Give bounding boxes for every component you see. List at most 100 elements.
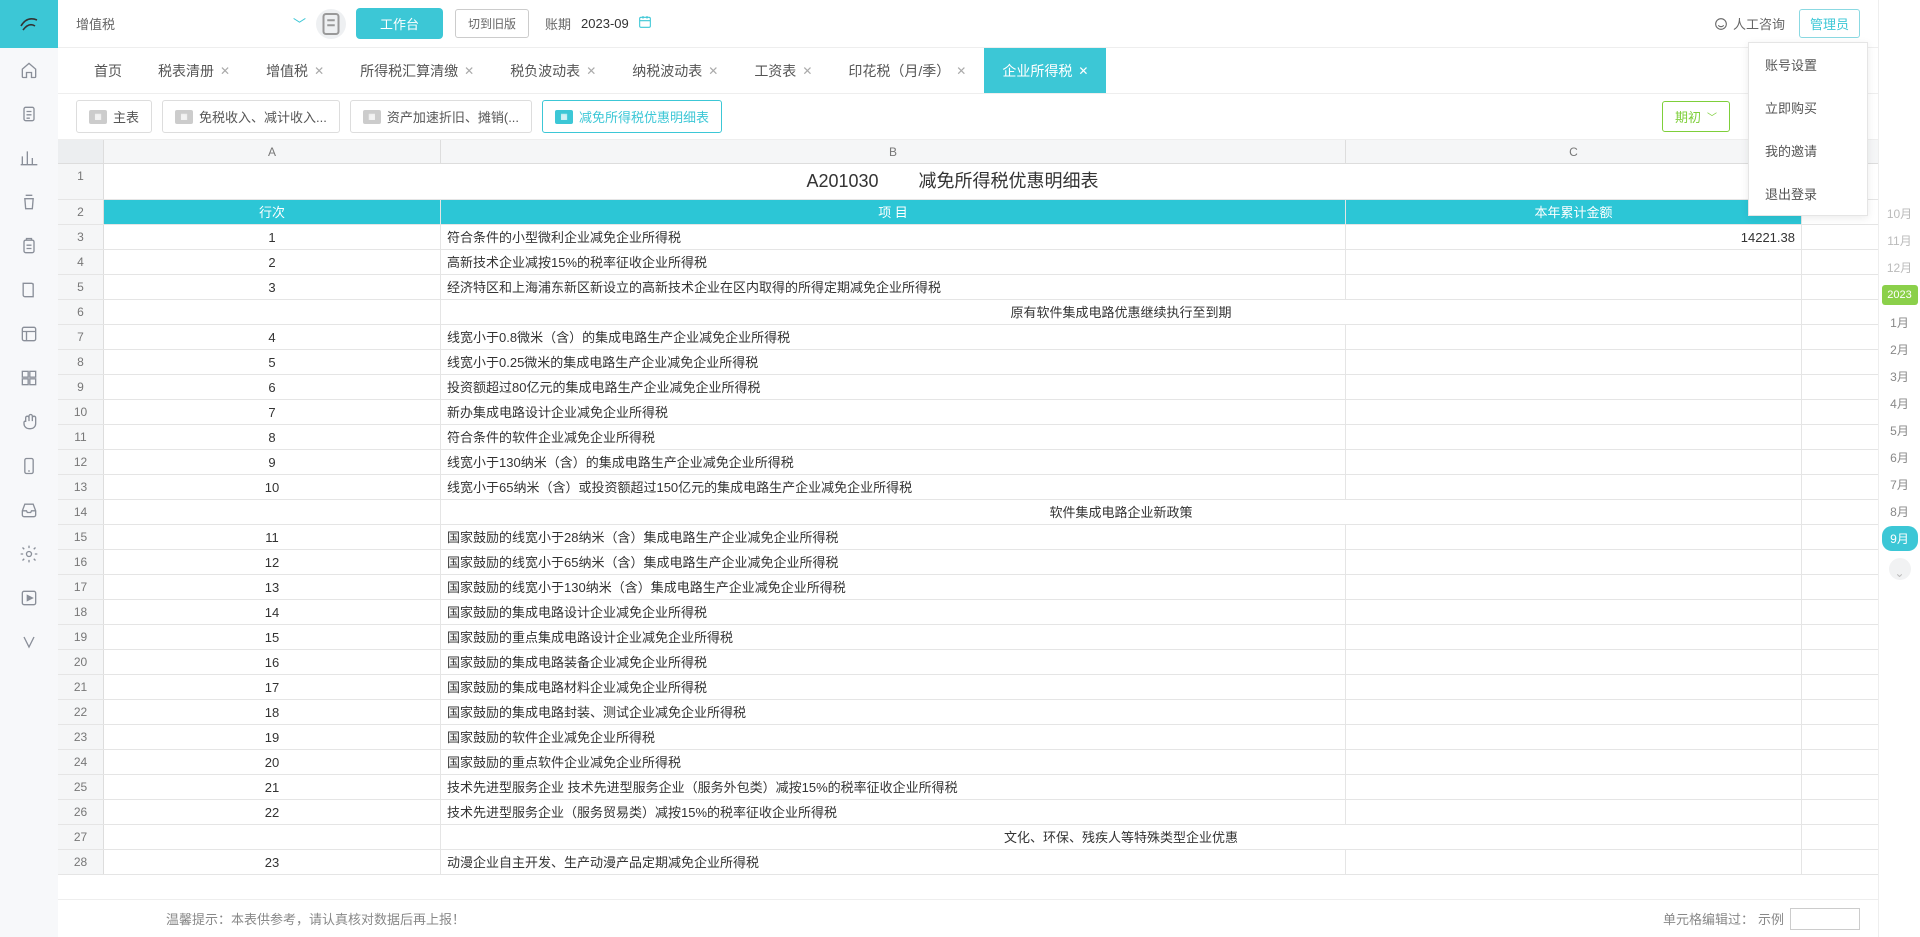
cell[interactable] <box>104 825 441 849</box>
cell[interactable]: 12 <box>104 550 441 574</box>
document-tab[interactable]: 企业所得税✕ <box>984 48 1106 93</box>
cell[interactable]: 新办集成电路设计企业减免企业所得税 <box>441 400 1346 424</box>
close-icon[interactable]: ✕ <box>314 64 324 78</box>
row-header[interactable]: 7 <box>58 325 104 349</box>
cell[interactable] <box>1346 450 1802 474</box>
cell[interactable]: 2 <box>104 250 441 274</box>
month-item[interactable]: 11月 <box>1882 228 1918 253</box>
rail-v-icon[interactable] <box>0 620 58 664</box>
cell[interactable]: 线宽小于130纳米（含）的集成电路生产企业减免企业所得税 <box>441 450 1346 474</box>
cell[interactable]: 国家鼓励的线宽小于65纳米（含）集成电路生产企业减免企业所得税 <box>441 550 1346 574</box>
sheet-tab[interactable]: ▦减免所得税优惠明细表 <box>542 100 722 133</box>
cell[interactable] <box>1346 700 1802 724</box>
cell[interactable] <box>1346 725 1802 749</box>
cell[interactable]: 技术先进型服务企业 技术先进型服务企业（服务外包类）减按15%的税率征收企业所得… <box>441 775 1346 799</box>
row-header[interactable]: 1 <box>58 164 104 199</box>
cell[interactable]: 1 <box>104 225 441 249</box>
row-header[interactable]: 6 <box>58 300 104 324</box>
document-tab[interactable]: 工资表✕ <box>736 48 830 93</box>
cell[interactable]: 18 <box>104 700 441 724</box>
cell[interactable] <box>1346 750 1802 774</box>
close-icon[interactable]: ✕ <box>802 64 812 78</box>
admin-menu-item[interactable]: 退出登录 <box>1749 172 1867 215</box>
row-header[interactable]: 28 <box>58 850 104 874</box>
cell[interactable]: 11 <box>104 525 441 549</box>
row-header[interactable]: 23 <box>58 725 104 749</box>
sheet-tab[interactable]: ▦资产加速折旧、摊销(... <box>350 100 532 133</box>
cell[interactable]: 14 <box>104 600 441 624</box>
document-tab[interactable]: 印花税（月/季）✕ <box>830 48 984 93</box>
row-header[interactable]: 13 <box>58 475 104 499</box>
cell[interactable]: 国家鼓励的集成电路装备企业减免企业所得税 <box>441 650 1346 674</box>
cell[interactable]: 3 <box>104 275 441 299</box>
cell[interactable]: 国家鼓励的线宽小于28纳米（含）集成电路生产企业减免企业所得税 <box>441 525 1346 549</box>
rail-jar-icon[interactable] <box>0 180 58 224</box>
year-badge[interactable]: 2023 <box>1882 285 1918 305</box>
cell[interactable] <box>1346 525 1802 549</box>
close-icon[interactable]: ✕ <box>708 64 718 78</box>
rail-hand-icon[interactable] <box>0 400 58 444</box>
cell[interactable] <box>1346 575 1802 599</box>
admin-button[interactable]: 管理员 <box>1799 9 1860 38</box>
cell[interactable]: 6 <box>104 375 441 399</box>
rail-phone-icon[interactable] <box>0 444 58 488</box>
close-icon[interactable]: ✕ <box>1078 64 1088 78</box>
month-scroll-down-icon[interactable]: ⌄ <box>1889 558 1911 580</box>
cell[interactable] <box>1346 775 1802 799</box>
row-header[interactable]: 5 <box>58 275 104 299</box>
cell[interactable]: 投资额超过80亿元的集成电路生产企业减免企业所得税 <box>441 375 1346 399</box>
cell[interactable]: 23 <box>104 850 441 874</box>
cell[interactable] <box>1346 375 1802 399</box>
cell[interactable] <box>104 300 441 324</box>
column-header[interactable]: A <box>104 140 441 163</box>
month-item[interactable]: 10月 <box>1882 201 1918 226</box>
cell[interactable] <box>1346 800 1802 824</box>
period-start-pill[interactable]: 期初 ﹀ <box>1662 101 1730 132</box>
app-logo[interactable] <box>0 0 58 48</box>
row-header[interactable]: 15 <box>58 525 104 549</box>
cell[interactable]: 符合条件的小型微利企业减免企业所得税 <box>441 225 1346 249</box>
cell[interactable] <box>1346 550 1802 574</box>
document-tab[interactable]: 首页 <box>76 48 140 93</box>
row-header[interactable]: 17 <box>58 575 104 599</box>
cell[interactable]: 国家鼓励的软件企业减免企业所得税 <box>441 725 1346 749</box>
cell[interactable]: 符合条件的软件企业减免企业所得税 <box>441 425 1346 449</box>
row-header[interactable]: 26 <box>58 800 104 824</box>
rail-play-icon[interactable] <box>0 576 58 620</box>
cell[interactable] <box>104 500 441 524</box>
cell[interactable] <box>1346 475 1802 499</box>
cell[interactable]: 高新技术企业减按15%的税率征收企业所得税 <box>441 250 1346 274</box>
tax-type-selector[interactable]: 增值税 ﹀ <box>76 14 306 33</box>
row-header[interactable]: 4 <box>58 250 104 274</box>
row-header[interactable]: 9 <box>58 375 104 399</box>
row-header[interactable]: 2 <box>58 200 104 224</box>
cell[interactable] <box>1346 275 1802 299</box>
cell[interactable]: 15 <box>104 625 441 649</box>
cell[interactable]: 动漫企业自主开发、生产动漫产品定期减免企业所得税 <box>441 850 1346 874</box>
cell[interactable]: 国家鼓励的集成电路材料企业减免企业所得税 <box>441 675 1346 699</box>
cell[interactable]: 国家鼓励的重点软件企业减免企业所得税 <box>441 750 1346 774</box>
row-header[interactable]: 14 <box>58 500 104 524</box>
row-header[interactable]: 8 <box>58 350 104 374</box>
row-header[interactable]: 16 <box>58 550 104 574</box>
cell[interactable]: 原有软件集成电路优惠继续执行至到期 <box>441 300 1802 324</box>
cell[interactable] <box>1346 250 1802 274</box>
cell[interactable]: 10 <box>104 475 441 499</box>
cell[interactable]: 13 <box>104 575 441 599</box>
cell[interactable]: 经济特区和上海浦东新区新设立的高新技术企业在区内取得的所得定期减免企业所得税 <box>441 275 1346 299</box>
rail-chart-icon[interactable] <box>0 136 58 180</box>
row-header[interactable]: 12 <box>58 450 104 474</box>
month-item[interactable]: 12月 <box>1882 255 1918 280</box>
column-header[interactable]: B <box>441 140 1346 163</box>
cell[interactable] <box>1346 625 1802 649</box>
cell[interactable] <box>1346 400 1802 424</box>
cell[interactable]: 国家鼓励的重点集成电路设计企业减免企业所得税 <box>441 625 1346 649</box>
row-header[interactable]: 25 <box>58 775 104 799</box>
cell[interactable]: 9 <box>104 450 441 474</box>
rail-gear-icon[interactable] <box>0 532 58 576</box>
month-item[interactable]: 1月 <box>1882 310 1918 335</box>
month-item[interactable]: 6月 <box>1882 445 1918 470</box>
cell[interactable]: 技术先进型服务企业（服务贸易类）减按15%的税率征收企业所得税 <box>441 800 1346 824</box>
month-item[interactable]: 9月 <box>1882 526 1918 551</box>
document-tab[interactable]: 税表清册✕ <box>140 48 248 93</box>
